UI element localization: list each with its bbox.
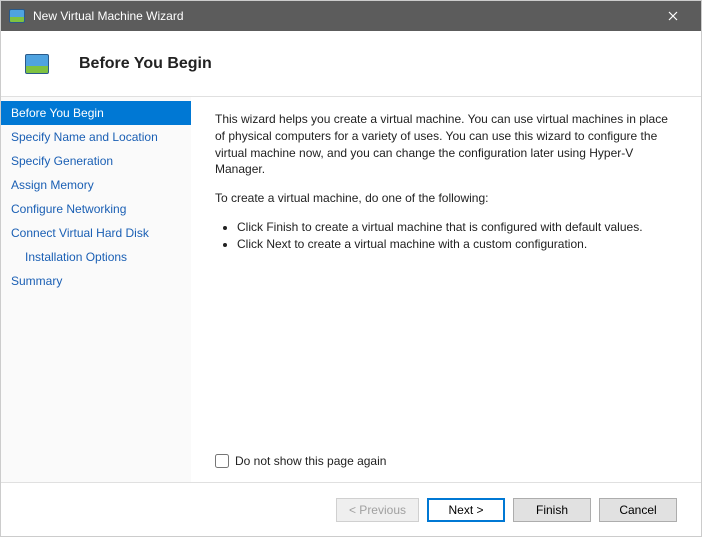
page-title: Before You Begin <box>79 55 212 73</box>
sidebar-item-before-you-begin[interactable]: Before You Begin <box>1 101 191 125</box>
titlebar: New Virtual Machine Wizard <box>1 1 701 31</box>
list-item: Click Next to create a virtual machine w… <box>237 236 681 253</box>
previous-button: < Previous <box>336 498 419 522</box>
next-button[interactable]: Next > <box>427 498 505 522</box>
wizard-content: This wizard helps you create a virtual m… <box>191 97 701 482</box>
wizard-footer: < Previous Next > Finish Cancel <box>1 482 701 536</box>
do-not-show-label: Do not show this page again <box>235 454 386 468</box>
sidebar-item-configure-networking[interactable]: Configure Networking <box>1 197 191 221</box>
sidebar-item-connect-vhd[interactable]: Connect Virtual Hard Disk <box>1 221 191 245</box>
close-icon[interactable] <box>653 1 693 31</box>
wizard-steps-sidebar: Before You Begin Specify Name and Locati… <box>1 97 191 482</box>
wizard-header: Before You Begin <box>1 31 701 97</box>
wizard-body: Before You Begin Specify Name and Locati… <box>1 97 701 482</box>
sidebar-item-summary[interactable]: Summary <box>1 269 191 293</box>
intro-text: This wizard helps you create a virtual m… <box>215 111 681 178</box>
window-title: New Virtual Machine Wizard <box>33 9 653 23</box>
do-not-show-checkbox[interactable] <box>215 454 229 468</box>
app-icon <box>9 9 25 23</box>
subhead-text: To create a virtual machine, do one of t… <box>215 190 681 207</box>
do-not-show-row: Do not show this page again <box>215 454 681 468</box>
list-item: Click Finish to create a virtual machine… <box>237 219 681 236</box>
sidebar-item-specify-generation[interactable]: Specify Generation <box>1 149 191 173</box>
finish-button[interactable]: Finish <box>513 498 591 522</box>
cancel-button[interactable]: Cancel <box>599 498 677 522</box>
sidebar-item-assign-memory[interactable]: Assign Memory <box>1 173 191 197</box>
instruction-list: Click Finish to create a virtual machine… <box>215 219 681 253</box>
wizard-icon <box>25 54 49 74</box>
sidebar-item-installation-options[interactable]: Installation Options <box>1 245 191 269</box>
sidebar-item-specify-name[interactable]: Specify Name and Location <box>1 125 191 149</box>
